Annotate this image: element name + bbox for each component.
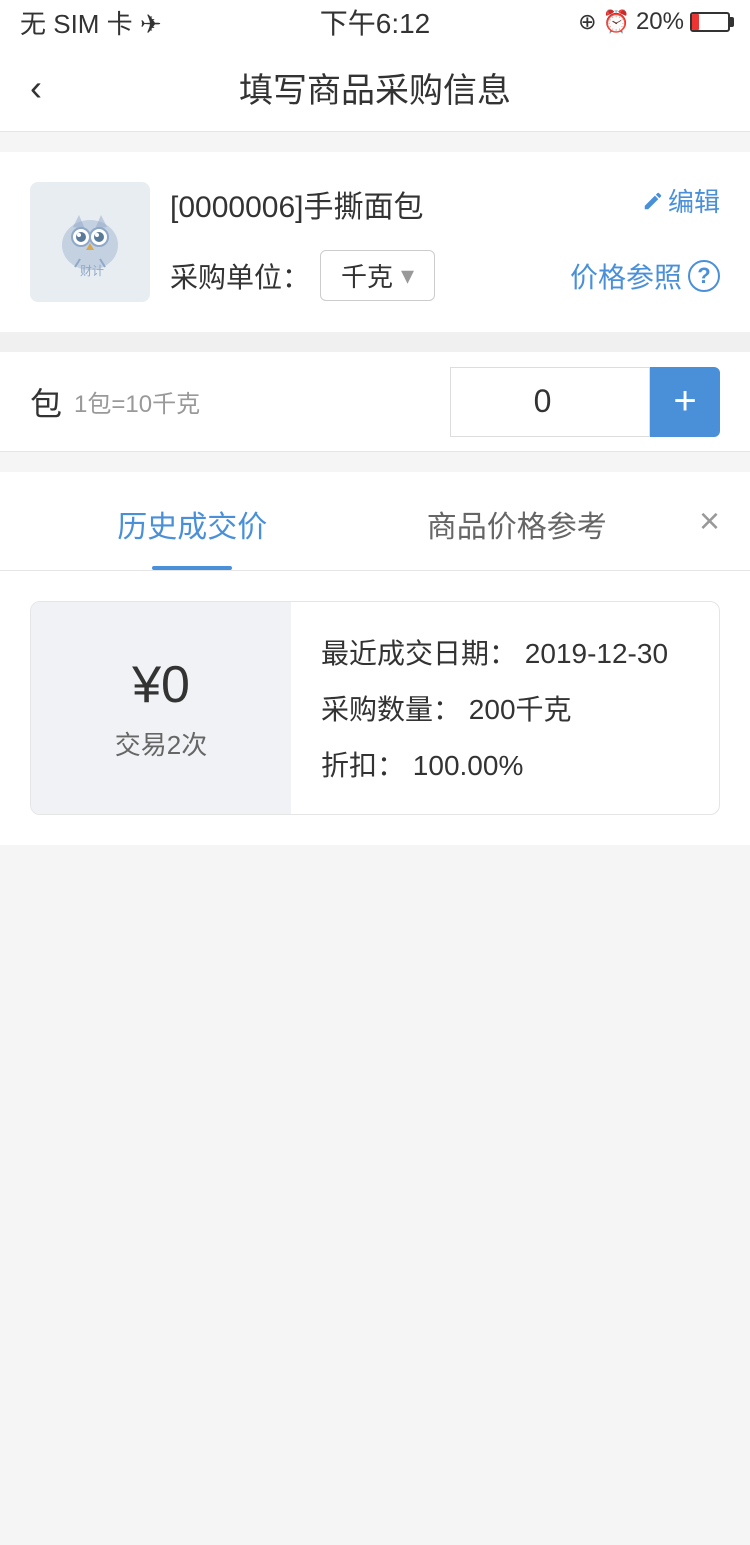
purchase-unit-row: 采购单位： 千克 ▾ 价格参照 ?: [170, 250, 720, 301]
discount-row: 折扣： 100.00%: [321, 744, 689, 784]
product-image: 财计: [30, 182, 150, 302]
quantity-input[interactable]: [450, 367, 650, 437]
quantity-row: 包 1包=10千克 +: [0, 352, 750, 452]
nav-bar: ‹ 填写商品采购信息: [0, 44, 750, 132]
divider: [0, 332, 750, 352]
product-name: [0000006]手撕面包: [170, 182, 642, 226]
history-card: ¥0 交易2次 最近成交日期： 2019-12-30 采购数量： 200千克 折…: [30, 601, 720, 815]
edit-icon: [642, 190, 664, 212]
quantity-label-group: 包 1包=10千克: [30, 379, 200, 425]
history-price: ¥0: [132, 655, 190, 715]
gps-icon: ⊕: [578, 9, 596, 35]
history-left: ¥0 交易2次: [31, 602, 291, 814]
edit-button[interactable]: 编辑: [642, 182, 720, 219]
status-bar: 无 SIM 卡 ✈ 下午6:12 ⊕ ⏰ 20%: [0, 0, 750, 44]
status-right: ⊕ ⏰ 20%: [578, 8, 730, 36]
main-content: [0, 845, 750, 1545]
quantity-input-group: +: [450, 367, 720, 437]
history-content: ¥0 交易2次 最近成交日期： 2019-12-30 采购数量： 200千克 折…: [0, 571, 750, 845]
signal-text: 无 SIM 卡 ✈: [20, 9, 162, 39]
quantity-detail-row: 采购数量： 200千克: [321, 688, 689, 728]
product-header: 财计 [0000006]手撕面包 编辑 采购单位： 千克: [30, 182, 720, 302]
product-info: [0000006]手撕面包 编辑 采购单位： 千克 ▾ 价: [170, 182, 720, 301]
purchase-unit-label: 采购单位：: [170, 256, 310, 296]
alarm-icon: ⏰: [603, 9, 630, 35]
page-title: 填写商品采购信息: [239, 63, 511, 112]
status-time: 下午6:12: [320, 2, 431, 42]
quantity-conversion: 1包=10千克: [74, 384, 200, 419]
back-button[interactable]: ‹: [30, 67, 42, 109]
svg-text:财计: 财计: [80, 264, 104, 277]
price-ref-button[interactable]: 价格参照 ?: [570, 256, 720, 296]
quantity-plus-button[interactable]: +: [650, 367, 720, 437]
battery-text: 20%: [636, 8, 684, 36]
tabs-panel: 历史成交价 商品价格参考 × ¥0 交易2次 最近成交日期： 2019-12-3…: [0, 472, 750, 845]
product-logo: 财计: [50, 202, 130, 282]
battery-icon: [690, 12, 730, 32]
product-title-row: [0000006]手撕面包 编辑: [170, 182, 720, 226]
tabs-header: 历史成交价 商品价格参考 ×: [0, 472, 750, 571]
history-transactions: 交易2次: [115, 725, 207, 762]
recent-date-row: 最近成交日期： 2019-12-30: [321, 632, 689, 672]
price-ref-help-icon: ?: [688, 260, 720, 292]
history-right: 最近成交日期： 2019-12-30 采购数量： 200千克 折扣： 100.0…: [291, 602, 719, 814]
status-left: 无 SIM 卡 ✈: [20, 4, 162, 41]
unit-select[interactable]: 千克 ▾: [320, 250, 435, 301]
tab-history-price[interactable]: 历史成交价: [30, 472, 354, 570]
product-card: 财计 [0000006]手撕面包 编辑 采购单位： 千克: [0, 152, 750, 332]
quantity-unit: 包: [30, 379, 62, 425]
tab-close-button[interactable]: ×: [679, 480, 720, 562]
tab-product-price-ref[interactable]: 商品价格参考: [354, 472, 678, 570]
